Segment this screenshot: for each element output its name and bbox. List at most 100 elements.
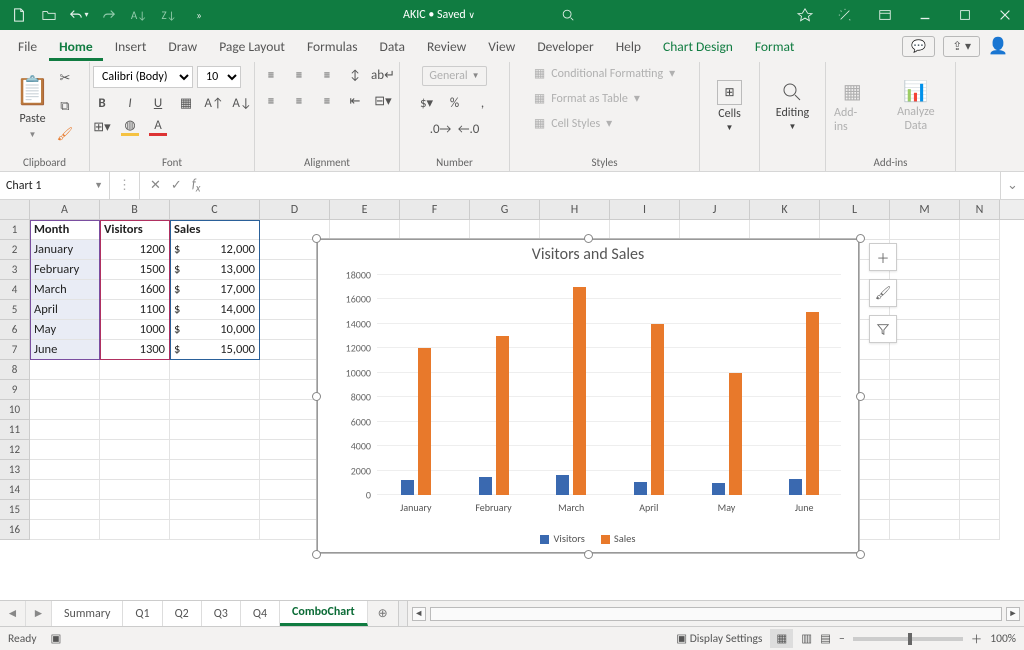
- comma-icon[interactable]: ,: [474, 94, 492, 112]
- cell-A7[interactable]: June: [30, 340, 100, 360]
- conditional-formatting-button[interactable]: ▦ Conditional Formatting ▾: [534, 66, 675, 81]
- cell-C3[interactable]: $13,000: [170, 260, 260, 280]
- cell-M12[interactable]: [890, 440, 960, 460]
- row-header-10[interactable]: 10: [0, 400, 30, 420]
- borders-dropdown[interactable]: ⊞▾: [93, 118, 111, 136]
- name-box[interactable]: Chart 1▼: [0, 172, 110, 199]
- cell-A2[interactable]: January: [30, 240, 100, 260]
- tab-chartdesign[interactable]: Chart Design: [653, 32, 743, 61]
- enter-formula-icon[interactable]: ✓: [171, 178, 182, 193]
- chart-filters-button[interactable]: [869, 315, 897, 343]
- cell-C6[interactable]: $10,000: [170, 320, 260, 340]
- account-icon[interactable]: 👤: [988, 36, 1008, 56]
- cell-N13[interactable]: [960, 460, 1000, 480]
- cell-B4[interactable]: 1600: [100, 280, 170, 300]
- number-format-select[interactable]: General▼: [422, 66, 486, 86]
- cell-E1[interactable]: [330, 220, 400, 240]
- tab-insert[interactable]: Insert: [105, 32, 157, 61]
- increase-decimal-icon[interactable]: .0→: [432, 120, 450, 138]
- cell-G1[interactable]: [470, 220, 540, 240]
- plot-area[interactable]: 0200040006000800010000120001400016000180…: [377, 277, 841, 495]
- cell-C7[interactable]: $15,000: [170, 340, 260, 360]
- col-header-M[interactable]: M: [890, 200, 960, 219]
- macro-record-icon[interactable]: ▣: [51, 631, 62, 646]
- display-settings-button[interactable]: ▣ Display Settings: [676, 631, 762, 646]
- align-center-icon[interactable]: ≡: [290, 92, 308, 110]
- increase-font-icon[interactable]: A↑: [205, 94, 223, 112]
- cell-M15[interactable]: [890, 500, 960, 520]
- cell-N16[interactable]: [960, 520, 1000, 540]
- cell-M3[interactable]: [890, 260, 960, 280]
- format-as-table-button[interactable]: ▦ Format as Table ▾: [534, 91, 640, 106]
- document-title[interactable]: AKIC • Saved ∨: [403, 8, 475, 22]
- cell-A10[interactable]: [30, 400, 100, 420]
- merge-center-icon[interactable]: ⊟▾: [374, 92, 392, 110]
- cell-I1[interactable]: [610, 220, 680, 240]
- cell-M14[interactable]: [890, 480, 960, 500]
- cell-M16[interactable]: [890, 520, 960, 540]
- ribbon-mode-icon[interactable]: [872, 2, 898, 28]
- cell-C13[interactable]: [170, 460, 260, 480]
- minimize-icon[interactable]: [912, 2, 938, 28]
- cell-A11[interactable]: [30, 420, 100, 440]
- cell-styles-button[interactable]: ▦ Cell Styles ▾: [534, 116, 612, 131]
- sheet-tab-q4[interactable]: Q4: [241, 601, 280, 626]
- cell-C15[interactable]: [170, 500, 260, 520]
- chart-object[interactable]: Visitors and Sales 020004000600080001000…: [316, 238, 860, 554]
- col-header-B[interactable]: B: [100, 200, 170, 219]
- chart-resize-handle[interactable]: [312, 550, 321, 559]
- font-name-select[interactable]: Calibri (Body): [93, 66, 193, 88]
- chart-elements-button[interactable]: ＋: [869, 243, 897, 271]
- cell-A12[interactable]: [30, 440, 100, 460]
- cell-F1[interactable]: [400, 220, 470, 240]
- cell-M5[interactable]: [890, 300, 960, 320]
- editing-button[interactable]: Editing▼: [776, 80, 809, 132]
- cell-A16[interactable]: [30, 520, 100, 540]
- cell-C11[interactable]: [170, 420, 260, 440]
- chart-resize-handle[interactable]: [856, 392, 865, 401]
- font-size-select[interactable]: 10: [197, 66, 241, 88]
- cell-N7[interactable]: [960, 340, 1000, 360]
- format-painter-icon[interactable]: 🖌: [56, 125, 74, 143]
- border-button[interactable]: ▦: [177, 94, 195, 112]
- cell-B16[interactable]: [100, 520, 170, 540]
- undo-icon[interactable]: ▾: [66, 2, 92, 28]
- col-header-I[interactable]: I: [610, 200, 680, 219]
- col-header-G[interactable]: G: [470, 200, 540, 219]
- paste-icon[interactable]: 📋: [15, 73, 50, 108]
- tab-view[interactable]: View: [478, 32, 525, 61]
- expand-formula-bar-icon[interactable]: ⌄: [1000, 172, 1024, 199]
- cell-M4[interactable]: [890, 280, 960, 300]
- wrap-text-icon[interactable]: ab↵: [374, 66, 392, 84]
- cell-B6[interactable]: 1000: [100, 320, 170, 340]
- cell-N14[interactable]: [960, 480, 1000, 500]
- cell-B13[interactable]: [100, 460, 170, 480]
- cut-icon[interactable]: ✂: [56, 69, 74, 87]
- cell-B8[interactable]: [100, 360, 170, 380]
- row-header-4[interactable]: 4: [0, 280, 30, 300]
- bold-button[interactable]: B: [93, 94, 111, 112]
- cell-B2[interactable]: 1200: [100, 240, 170, 260]
- cell-H1[interactable]: [540, 220, 610, 240]
- cell-C16[interactable]: [170, 520, 260, 540]
- cell-N9[interactable]: [960, 380, 1000, 400]
- cell-B1[interactable]: Visitors: [100, 220, 170, 240]
- tab-help[interactable]: Help: [606, 32, 651, 61]
- col-header-A[interactable]: A: [30, 200, 100, 219]
- cell-M9[interactable]: [890, 380, 960, 400]
- sheet-tab-summary[interactable]: Summary: [52, 601, 123, 626]
- row-header-8[interactable]: 8: [0, 360, 30, 380]
- col-header-K[interactable]: K: [750, 200, 820, 219]
- cell-M7[interactable]: [890, 340, 960, 360]
- cell-N15[interactable]: [960, 500, 1000, 520]
- cancel-formula-icon[interactable]: ✕: [150, 178, 161, 193]
- cell-A6[interactable]: May: [30, 320, 100, 340]
- cells-button[interactable]: ⊞Cells▼: [717, 80, 741, 133]
- cell-L1[interactable]: [820, 220, 890, 240]
- col-header-J[interactable]: J: [680, 200, 750, 219]
- row-header-5[interactable]: 5: [0, 300, 30, 320]
- analyze-data-button[interactable]: 📊Analyze Data: [885, 79, 947, 132]
- cell-C12[interactable]: [170, 440, 260, 460]
- tab-formulas[interactable]: Formulas: [297, 32, 368, 61]
- tab-file[interactable]: File: [8, 32, 47, 61]
